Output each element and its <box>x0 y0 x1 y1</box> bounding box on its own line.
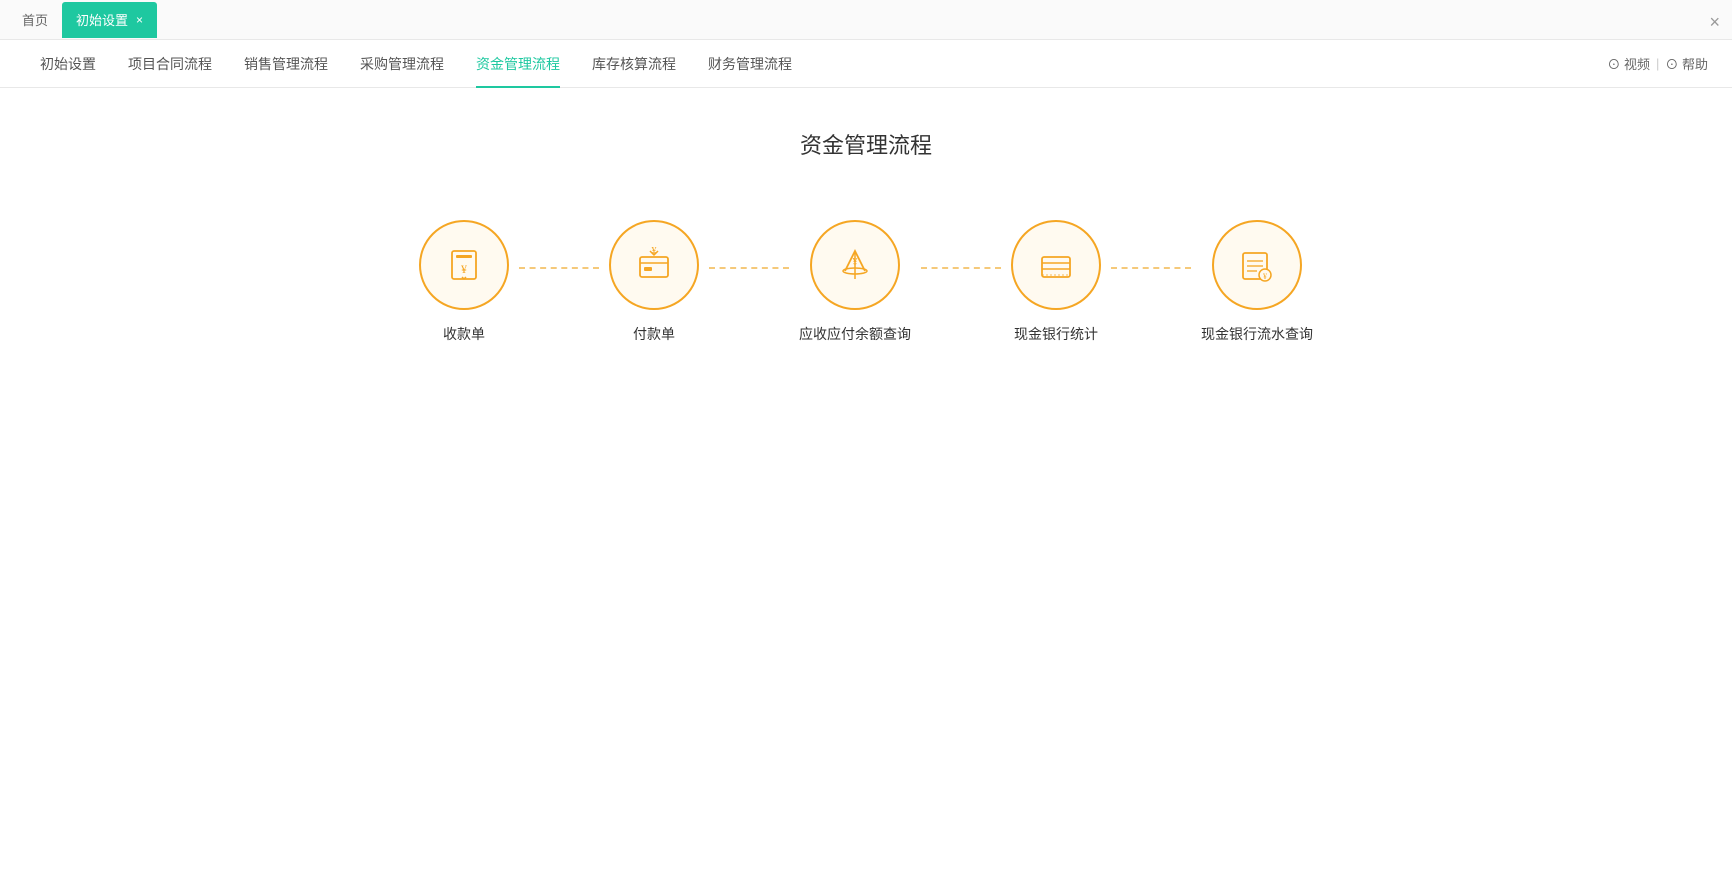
payment-svg-icon: ¥ <box>632 243 676 287</box>
connector-line-2 <box>709 267 789 269</box>
initial-setup-tab[interactable]: 初始设置 × <box>62 2 157 38</box>
bank-stat-label: 现金银行统计 <box>1014 324 1098 344</box>
main-content: 资金管理流程 ¥ 收款单 <box>0 88 1732 384</box>
receipt-label: 收款单 <box>443 324 485 344</box>
balance-svg-icon: ¥ <box>833 243 877 287</box>
payment-icon-circle: ¥ <box>609 220 699 310</box>
svg-text:¥: ¥ <box>853 257 858 268</box>
nav-item-project[interactable]: 项目合同流程 <box>112 40 228 88</box>
bank-flow-icon-circle: ¥ <box>1212 220 1302 310</box>
nav-item-inventory[interactable]: 库存核算流程 <box>576 40 692 88</box>
receipt-icon-circle: ¥ <box>419 220 509 310</box>
connector-line-1 <box>519 267 599 269</box>
flow-item-receipt[interactable]: ¥ 收款单 <box>419 220 509 344</box>
balance-icon-circle: ¥ <box>810 220 900 310</box>
flow-item-bank-stat[interactable]: 现金银行统计 <box>1011 220 1101 344</box>
tab-close-icon[interactable]: × <box>136 13 143 27</box>
nav-bar: 初始设置 项目合同流程 销售管理流程 采购管理流程 资金管理流程 库存核算流程 … <box>0 40 1732 88</box>
connector-2 <box>699 267 799 297</box>
bank-flow-svg-icon: ¥ <box>1235 243 1279 287</box>
connector-4 <box>1101 267 1201 297</box>
payment-label: 付款单 <box>633 324 675 344</box>
flow-item-bank-flow[interactable]: ¥ 现金银行流水查询 <box>1201 220 1313 344</box>
nav-item-initial[interactable]: 初始设置 <box>24 40 112 88</box>
top-bar: 首页 初始设置 × × <box>0 0 1732 40</box>
connector-line-4 <box>1111 267 1191 269</box>
nav-item-purchase[interactable]: 采购管理流程 <box>344 40 460 88</box>
video-link[interactable]: ⊙ 视频 <box>1607 54 1650 73</box>
help-link[interactable]: ⊙ 帮助 <box>1665 54 1708 73</box>
connector-1 <box>509 267 609 297</box>
nav-item-capital[interactable]: 资金管理流程 <box>460 40 576 88</box>
balance-label: 应收应付余额查询 <box>799 324 911 344</box>
nav-item-finance[interactable]: 财务管理流程 <box>692 40 808 88</box>
page-title: 资金管理流程 <box>0 128 1732 160</box>
connector-3 <box>911 267 1011 297</box>
nav-item-sales[interactable]: 销售管理流程 <box>228 40 344 88</box>
window-close-icon[interactable]: × <box>1709 12 1720 33</box>
home-tab[interactable]: 首页 <box>12 10 58 29</box>
flow-item-balance[interactable]: ¥ 应收应付余额查询 <box>799 220 911 344</box>
bank-stat-icon-circle <box>1011 220 1101 310</box>
connector-line-3 <box>921 267 1001 269</box>
receipt-svg-icon: ¥ <box>442 243 486 287</box>
nav-separator: | <box>1656 56 1659 71</box>
svg-text:¥: ¥ <box>461 262 467 276</box>
bank-flow-label: 现金银行流水查询 <box>1201 324 1313 344</box>
svg-text:¥: ¥ <box>1263 272 1267 281</box>
nav-right: ⊙ 视频 | ⊙ 帮助 <box>1607 54 1708 73</box>
flow-item-payment[interactable]: ¥ 付款单 <box>609 220 699 344</box>
initial-setup-tab-label: 初始设置 <box>76 10 128 29</box>
flow-row: ¥ 收款单 ¥ 付款单 <box>0 220 1732 344</box>
bank-stat-svg-icon <box>1034 243 1078 287</box>
